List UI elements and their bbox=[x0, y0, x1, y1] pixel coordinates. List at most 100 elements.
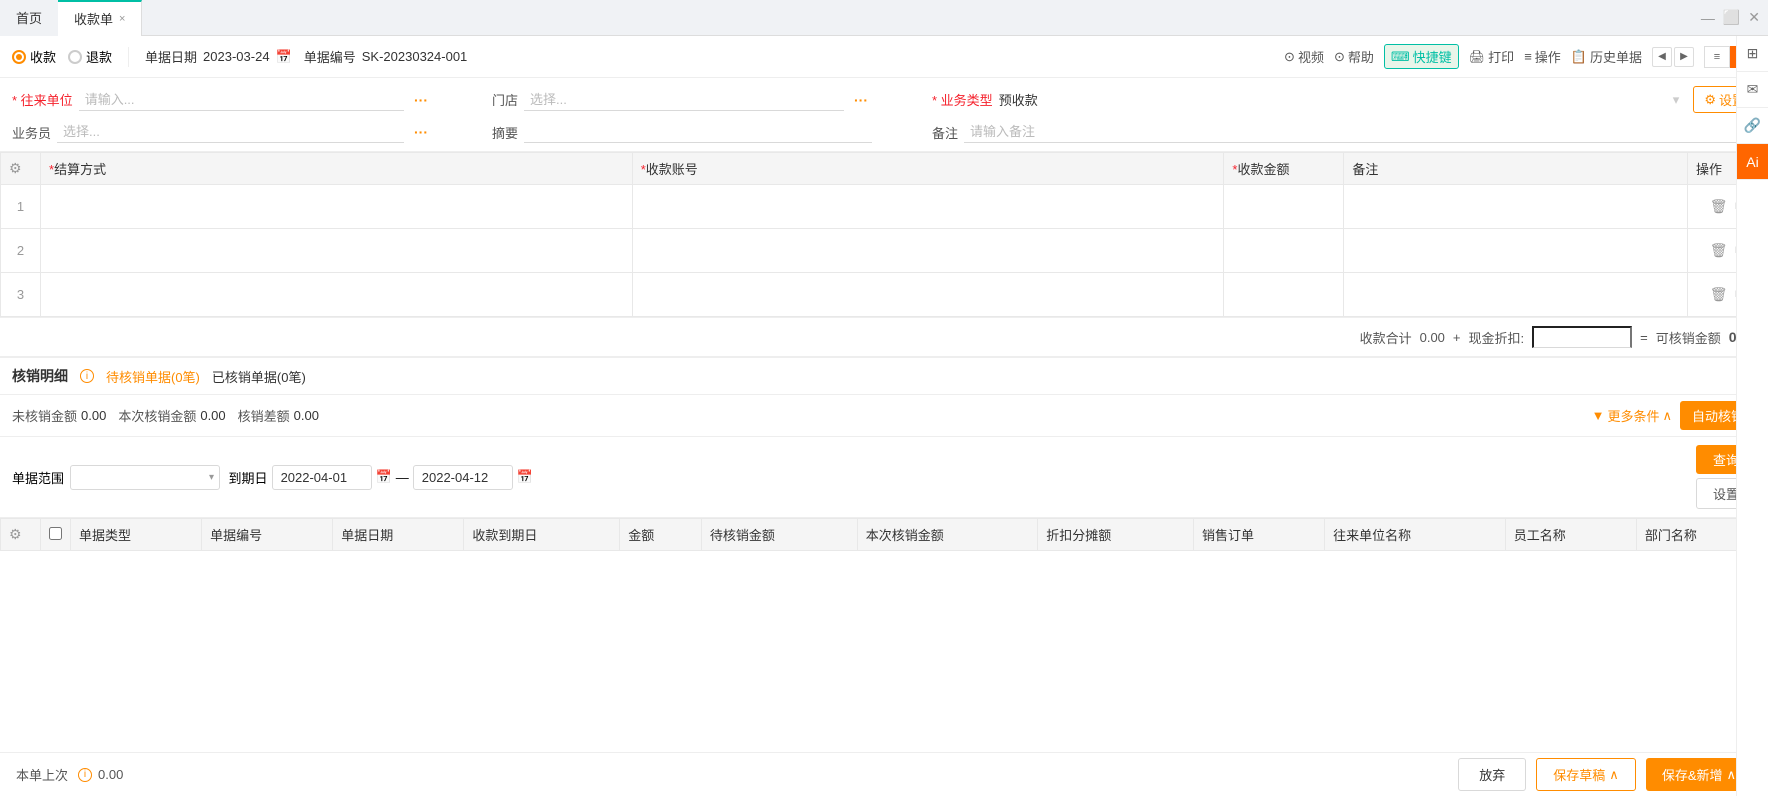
row-3-remark[interactable] bbox=[1344, 273, 1688, 317]
more-conditions-label: 更多条件 bbox=[1607, 406, 1659, 425]
business-type-dropdown[interactable]: ▾ bbox=[1673, 92, 1680, 108]
date-from-input[interactable] bbox=[272, 465, 372, 490]
summary-input[interactable] bbox=[524, 121, 872, 143]
row-3-delete-icon[interactable]: 🗑 bbox=[1710, 286, 1728, 302]
toolbar-right: ⊙ 视频 ⊙ 帮助 ⌨ 快捷键 🖨 打印 ≡ 操作 📋 历史单据 bbox=[1284, 44, 1756, 69]
window-minimize-icon[interactable]: — bbox=[1701, 10, 1715, 26]
row-1-amount[interactable] bbox=[1224, 185, 1344, 229]
more-conditions-btn[interactable]: ▼ 更多条件 ∧ bbox=[1592, 406, 1672, 425]
business-type-label: * 业务类型 bbox=[932, 90, 993, 109]
date-range-dash: — bbox=[396, 470, 409, 485]
summary-label: 摘要 bbox=[492, 123, 518, 142]
tab-close-icon[interactable]: × bbox=[119, 13, 125, 25]
btn-shortcut[interactable]: ⌨ 快捷键 bbox=[1384, 44, 1459, 69]
row-3-settlement[interactable] bbox=[41, 273, 633, 317]
col-gear[interactable]: ⚙ bbox=[1, 153, 41, 185]
radio-dot-shoukuan bbox=[12, 50, 26, 64]
save-dropdown-icon[interactable]: ∧ bbox=[1726, 767, 1736, 783]
field-store: 门店 ··· bbox=[492, 89, 872, 111]
bottom-header: 核销明细 i 待核销单据(0笔) 已核销单据(0笔) bbox=[0, 358, 1768, 395]
detail-gear-icon[interactable]: ⚙ bbox=[9, 526, 22, 542]
view-list[interactable]: ≡ bbox=[1704, 46, 1730, 68]
counterpart-input[interactable] bbox=[79, 89, 404, 111]
form-row-2: 业务员 ··· 摘要 备注 bbox=[12, 121, 1756, 143]
btn-video-label: 视频 bbox=[1298, 47, 1324, 66]
number-field: 单据编号 SK-20230324-001 bbox=[304, 47, 468, 66]
detail-col-due-date: 收款到期日 bbox=[464, 519, 620, 551]
draft-label: 保存草稿 bbox=[1553, 765, 1605, 784]
field-staff: 业务员 ··· bbox=[12, 121, 432, 143]
row-1-account[interactable] bbox=[632, 185, 1224, 229]
range-select-wrap bbox=[70, 465, 220, 490]
row-2-amount[interactable] bbox=[1224, 229, 1344, 273]
detail-table: ⚙ 单据类型 单据编号 单据日期 收款到期日 金额 待核销金额 本次核销金额 折… bbox=[0, 518, 1768, 551]
diff-label: 核销差额 bbox=[238, 406, 290, 425]
row-2-remark[interactable] bbox=[1344, 229, 1688, 273]
draft-dropdown-icon[interactable]: ∧ bbox=[1609, 767, 1619, 783]
sidebar-link-icon[interactable]: 🔗 bbox=[1737, 108, 1768, 144]
tab-verified[interactable]: 已核销单据(0笔) bbox=[212, 367, 306, 386]
staff-ellipsis[interactable]: ··· bbox=[410, 124, 432, 140]
date-to-input[interactable] bbox=[413, 465, 513, 490]
sidebar-table-icon[interactable]: ⊞ bbox=[1737, 36, 1768, 72]
table-row: 1 🗑 ⧉ bbox=[1, 185, 1768, 229]
tab-home[interactable]: 首页 bbox=[0, 0, 58, 36]
counterpart-ellipsis[interactable]: ··· bbox=[410, 92, 432, 108]
calendar-icon[interactable]: 📅 bbox=[276, 49, 292, 65]
table-gear-icon[interactable]: ⚙ bbox=[9, 160, 22, 176]
row-1-remark[interactable] bbox=[1344, 185, 1688, 229]
balance-info-icon[interactable]: i bbox=[78, 768, 92, 782]
row-3-num: 3 bbox=[1, 273, 41, 317]
filter-current: 本次核销金额 0.00 bbox=[118, 406, 225, 425]
btn-video[interactable]: ⊙ 视频 bbox=[1284, 47, 1324, 66]
cal-from-icon[interactable]: 📅 bbox=[376, 469, 392, 485]
btn-print[interactable]: 🖨 打印 bbox=[1469, 47, 1515, 66]
select-all-checkbox[interactable] bbox=[49, 527, 62, 540]
row-1-settlement[interactable] bbox=[41, 185, 633, 229]
store-ellipsis[interactable]: ··· bbox=[850, 92, 872, 108]
store-input[interactable] bbox=[524, 89, 844, 111]
row-1-delete-icon[interactable]: 🗑 bbox=[1710, 198, 1728, 214]
number-label: 单据编号 bbox=[304, 47, 356, 66]
col-settlement: *结算方式 bbox=[41, 153, 633, 185]
draft-btn[interactable]: 保存草稿 ∧ bbox=[1536, 758, 1636, 791]
sidebar-email-icon[interactable]: ✉ bbox=[1737, 72, 1768, 108]
date-value: 2023-03-24 bbox=[203, 49, 270, 64]
tab-pending[interactable]: 待核销单据(0笔) bbox=[106, 367, 200, 386]
detail-col-pending: 待核销金额 bbox=[701, 519, 857, 551]
cal-to-icon[interactable]: 📅 bbox=[517, 469, 533, 485]
btn-history[interactable]: 📋 历史单据 bbox=[1571, 47, 1642, 66]
query-area: 单据范围 ▾ 到期日 📅 — 📅 查询 设置 bbox=[0, 437, 1768, 518]
row-2-account[interactable] bbox=[632, 229, 1224, 273]
save-label: 保存&新增 bbox=[1662, 765, 1723, 784]
abandon-btn[interactable]: 放弃 bbox=[1458, 758, 1526, 791]
detail-col-gear[interactable]: ⚙ bbox=[1, 519, 41, 551]
unverified-label: 未核销金额 bbox=[12, 406, 77, 425]
table-row: 3 🗑 ⧉ bbox=[1, 273, 1768, 317]
nav-prev[interactable]: ◀ bbox=[1652, 47, 1672, 67]
detail-col-staff: 员工名称 bbox=[1505, 519, 1636, 551]
btn-help[interactable]: ⊙ 帮助 bbox=[1334, 47, 1374, 66]
range-select[interactable] bbox=[70, 465, 220, 490]
detail-col-number: 单据编号 bbox=[202, 519, 333, 551]
window-restore-icon[interactable]: ⬜ bbox=[1723, 9, 1740, 26]
remark-input[interactable] bbox=[964, 121, 1756, 143]
tab-active[interactable]: 收款单 × bbox=[58, 0, 142, 36]
nav-next[interactable]: ▶ bbox=[1674, 47, 1694, 67]
sidebar-screenshot-icon[interactable]: Ai bbox=[1737, 144, 1768, 180]
row-2-settlement[interactable] bbox=[41, 229, 633, 273]
detail-col-discount: 折扣分摊额 bbox=[1038, 519, 1194, 551]
field-counterpart: * 往来单位 ··· bbox=[12, 89, 432, 111]
filter-bar: 未核销金额 0.00 本次核销金额 0.00 核销差额 0.00 ▼ 更多条件 … bbox=[0, 395, 1768, 437]
row-3-amount[interactable] bbox=[1224, 273, 1344, 317]
btn-action[interactable]: ≡ 操作 bbox=[1524, 47, 1561, 66]
row-3-account[interactable] bbox=[632, 273, 1224, 317]
discount-input[interactable] bbox=[1532, 326, 1632, 348]
info-icon[interactable]: i bbox=[80, 369, 94, 383]
toolbar: 收款 退款 单据日期 2023-03-24 📅 单据编号 SK-20230324… bbox=[0, 36, 1768, 78]
window-close-icon[interactable]: ✕ bbox=[1748, 9, 1760, 26]
radio-tuikuan[interactable]: 退款 bbox=[68, 47, 112, 66]
radio-shoukuan[interactable]: 收款 bbox=[12, 47, 56, 66]
row-2-delete-icon[interactable]: 🗑 bbox=[1710, 242, 1728, 258]
staff-input[interactable] bbox=[57, 121, 404, 143]
